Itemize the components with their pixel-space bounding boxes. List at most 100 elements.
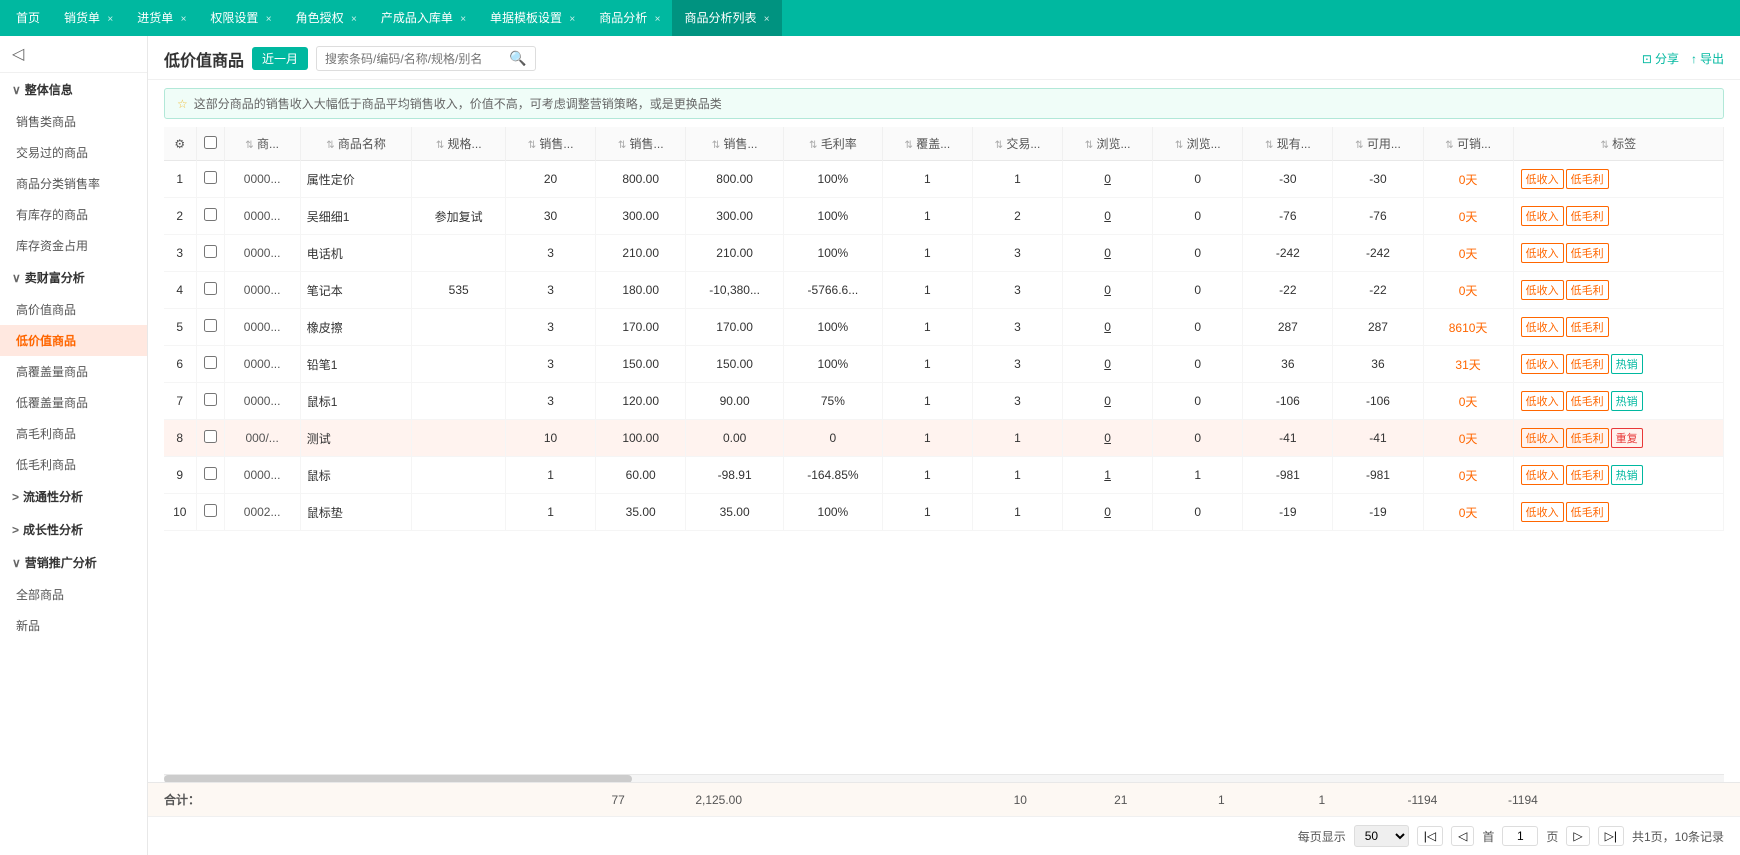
cell-name[interactable]: 测试 bbox=[300, 420, 412, 457]
close-icon[interactable]: × bbox=[181, 14, 187, 25]
cell-browse1[interactable]: 0 bbox=[1063, 272, 1153, 309]
sidebar-group-header-wealth[interactable]: ∨ 卖财富分析 bbox=[0, 261, 147, 294]
cell-checkbox[interactable] bbox=[196, 346, 224, 383]
cell-checkbox[interactable] bbox=[196, 457, 224, 494]
row-checkbox[interactable] bbox=[204, 208, 217, 221]
col-settings[interactable]: ⚙ bbox=[164, 127, 196, 161]
nav-item-permissions[interactable]: 权限设置 × bbox=[198, 0, 283, 36]
col-sale-price[interactable]: ⇅ 销售... bbox=[596, 127, 686, 161]
cell-name[interactable]: 鼠标 bbox=[300, 457, 412, 494]
col-current-stock[interactable]: ⇅ 现有... bbox=[1243, 127, 1333, 161]
col-browse1[interactable]: ⇅ 浏览... bbox=[1063, 127, 1153, 161]
cell-name[interactable]: 橡皮擦 bbox=[300, 309, 412, 346]
row-checkbox[interactable] bbox=[204, 356, 217, 369]
sidebar-item-low-profit[interactable]: 低毛利商品 bbox=[0, 449, 147, 480]
sidebar-item-high-value[interactable]: 高价值商品 bbox=[0, 294, 147, 325]
page-number-input[interactable] bbox=[1502, 826, 1538, 846]
cell-checkbox[interactable] bbox=[196, 198, 224, 235]
page-size-select[interactable]: 50 100 200 bbox=[1354, 825, 1409, 847]
sidebar-group-header-liquidity[interactable]: > 流通性分析 bbox=[0, 480, 147, 513]
col-available[interactable]: ⇅ 可用... bbox=[1333, 127, 1423, 161]
last-page-button[interactable]: ▷| bbox=[1598, 826, 1624, 846]
row-checkbox[interactable] bbox=[204, 245, 217, 258]
nav-item-product-analysis[interactable]: 商品分析 × bbox=[587, 0, 672, 36]
col-profit-rate[interactable]: ⇅ 毛利率 bbox=[784, 127, 883, 161]
col-spec[interactable]: ⇅ 规格... bbox=[412, 127, 506, 161]
row-checkbox[interactable] bbox=[204, 467, 217, 480]
col-code[interactable]: ⇅ 商... bbox=[224, 127, 300, 161]
sidebar-group-header-overall[interactable]: ∨ 整体信息 bbox=[0, 73, 147, 106]
sidebar-item-high-profit[interactable]: 高毛利商品 bbox=[0, 418, 147, 449]
row-checkbox[interactable] bbox=[204, 171, 217, 184]
sidebar-item-all-goods[interactable]: 全部商品 bbox=[0, 579, 147, 610]
cell-browse1[interactable]: 0 bbox=[1063, 494, 1153, 531]
sidebar-group-header-growth[interactable]: > 成长性分析 bbox=[0, 513, 147, 546]
cell-name[interactable]: 鼠标垫 bbox=[300, 494, 412, 531]
row-checkbox[interactable] bbox=[204, 319, 217, 332]
cell-browse1[interactable]: 0 bbox=[1063, 161, 1153, 198]
prev-page-button[interactable]: ◁ bbox=[1451, 826, 1474, 846]
sidebar-item-low-coverage[interactable]: 低覆盖量商品 bbox=[0, 387, 147, 418]
col-tags[interactable]: ⇅ 标签 bbox=[1513, 127, 1723, 161]
cell-checkbox[interactable] bbox=[196, 383, 224, 420]
sidebar-item-low-value[interactable]: 低价值商品 bbox=[0, 325, 147, 356]
share-button[interactable]: ⊡ 分享 bbox=[1642, 50, 1679, 67]
col-name[interactable]: ⇅ 商品名称 bbox=[300, 127, 412, 161]
export-button[interactable]: ↑ 导出 bbox=[1691, 50, 1724, 67]
col-browse2[interactable]: ⇅ 浏览... bbox=[1153, 127, 1243, 161]
close-icon[interactable]: × bbox=[266, 14, 272, 25]
col-trade[interactable]: ⇅ 交易... bbox=[972, 127, 1062, 161]
cell-browse1[interactable]: 0 bbox=[1063, 346, 1153, 383]
row-checkbox[interactable] bbox=[204, 282, 217, 295]
nav-item-warehouse[interactable]: 产成品入库单 × bbox=[369, 0, 478, 36]
cell-name[interactable]: 吴细细1 bbox=[300, 198, 412, 235]
close-icon[interactable]: × bbox=[351, 14, 357, 25]
sidebar-item-category-rate[interactable]: 商品分类销售率 bbox=[0, 168, 147, 199]
nav-item-role[interactable]: 角色授权 × bbox=[284, 0, 369, 36]
col-coverage[interactable]: ⇅ 覆盖... bbox=[882, 127, 972, 161]
nav-item-home[interactable]: 首页 bbox=[4, 0, 52, 36]
sidebar-item-stocked-goods[interactable]: 有库存的商品 bbox=[0, 199, 147, 230]
col-sale-qty[interactable]: ⇅ 销售... bbox=[506, 127, 596, 161]
cell-name[interactable]: 铅笔1 bbox=[300, 346, 412, 383]
sidebar-group-header-marketing[interactable]: ∨ 营销推广分析 bbox=[0, 546, 147, 579]
cell-checkbox[interactable] bbox=[196, 161, 224, 198]
cell-browse1[interactable]: 0 bbox=[1063, 420, 1153, 457]
cell-checkbox[interactable] bbox=[196, 235, 224, 272]
cell-browse1[interactable]: 0 bbox=[1063, 198, 1153, 235]
cell-browse1[interactable]: 0 bbox=[1063, 309, 1153, 346]
cell-checkbox[interactable] bbox=[196, 272, 224, 309]
cell-browse1[interactable]: 0 bbox=[1063, 383, 1153, 420]
sidebar-item-stock-capital[interactable]: 库存资金占用 bbox=[0, 230, 147, 261]
col-sellable[interactable]: ⇅ 可销... bbox=[1423, 127, 1513, 161]
col-checkbox[interactable] bbox=[196, 127, 224, 161]
cell-name[interactable]: 笔记本 bbox=[300, 272, 412, 309]
cell-name[interactable]: 属性定价 bbox=[300, 161, 412, 198]
time-filter-button[interactable]: 近一月 bbox=[252, 47, 308, 70]
cell-checkbox[interactable] bbox=[196, 420, 224, 457]
row-checkbox[interactable] bbox=[204, 393, 217, 406]
close-icon[interactable]: × bbox=[569, 14, 575, 25]
sidebar-item-high-coverage[interactable]: 高覆盖量商品 bbox=[0, 356, 147, 387]
row-checkbox[interactable] bbox=[204, 430, 217, 443]
cell-name[interactable]: 电话机 bbox=[300, 235, 412, 272]
cell-checkbox[interactable] bbox=[196, 494, 224, 531]
cell-checkbox[interactable] bbox=[196, 309, 224, 346]
close-icon[interactable]: × bbox=[107, 14, 113, 25]
row-checkbox[interactable] bbox=[204, 504, 217, 517]
cell-browse1[interactable]: 1 bbox=[1063, 457, 1153, 494]
nav-item-template[interactable]: 单据模板设置 × bbox=[478, 0, 587, 36]
cell-name[interactable]: 鼠标1 bbox=[300, 383, 412, 420]
close-icon[interactable]: × bbox=[460, 14, 466, 25]
sidebar-item-traded-goods[interactable]: 交易过的商品 bbox=[0, 137, 147, 168]
nav-item-purchase[interactable]: 进货单 × bbox=[125, 0, 198, 36]
col-sale-amount[interactable]: ⇅ 销售... bbox=[686, 127, 784, 161]
sidebar-item-sales-goods[interactable]: 销售类商品 bbox=[0, 106, 147, 137]
horizontal-scrollbar[interactable] bbox=[164, 774, 1724, 782]
nav-item-product-analysis-list[interactable]: 商品分析列表 × bbox=[672, 0, 781, 36]
sidebar-item-new-goods[interactable]: 新品 bbox=[0, 610, 147, 641]
search-icon[interactable]: 🔍 bbox=[509, 50, 526, 67]
next-page-button[interactable]: ▷ bbox=[1566, 826, 1589, 846]
cell-browse1[interactable]: 0 bbox=[1063, 235, 1153, 272]
select-all-checkbox[interactable] bbox=[204, 136, 217, 149]
